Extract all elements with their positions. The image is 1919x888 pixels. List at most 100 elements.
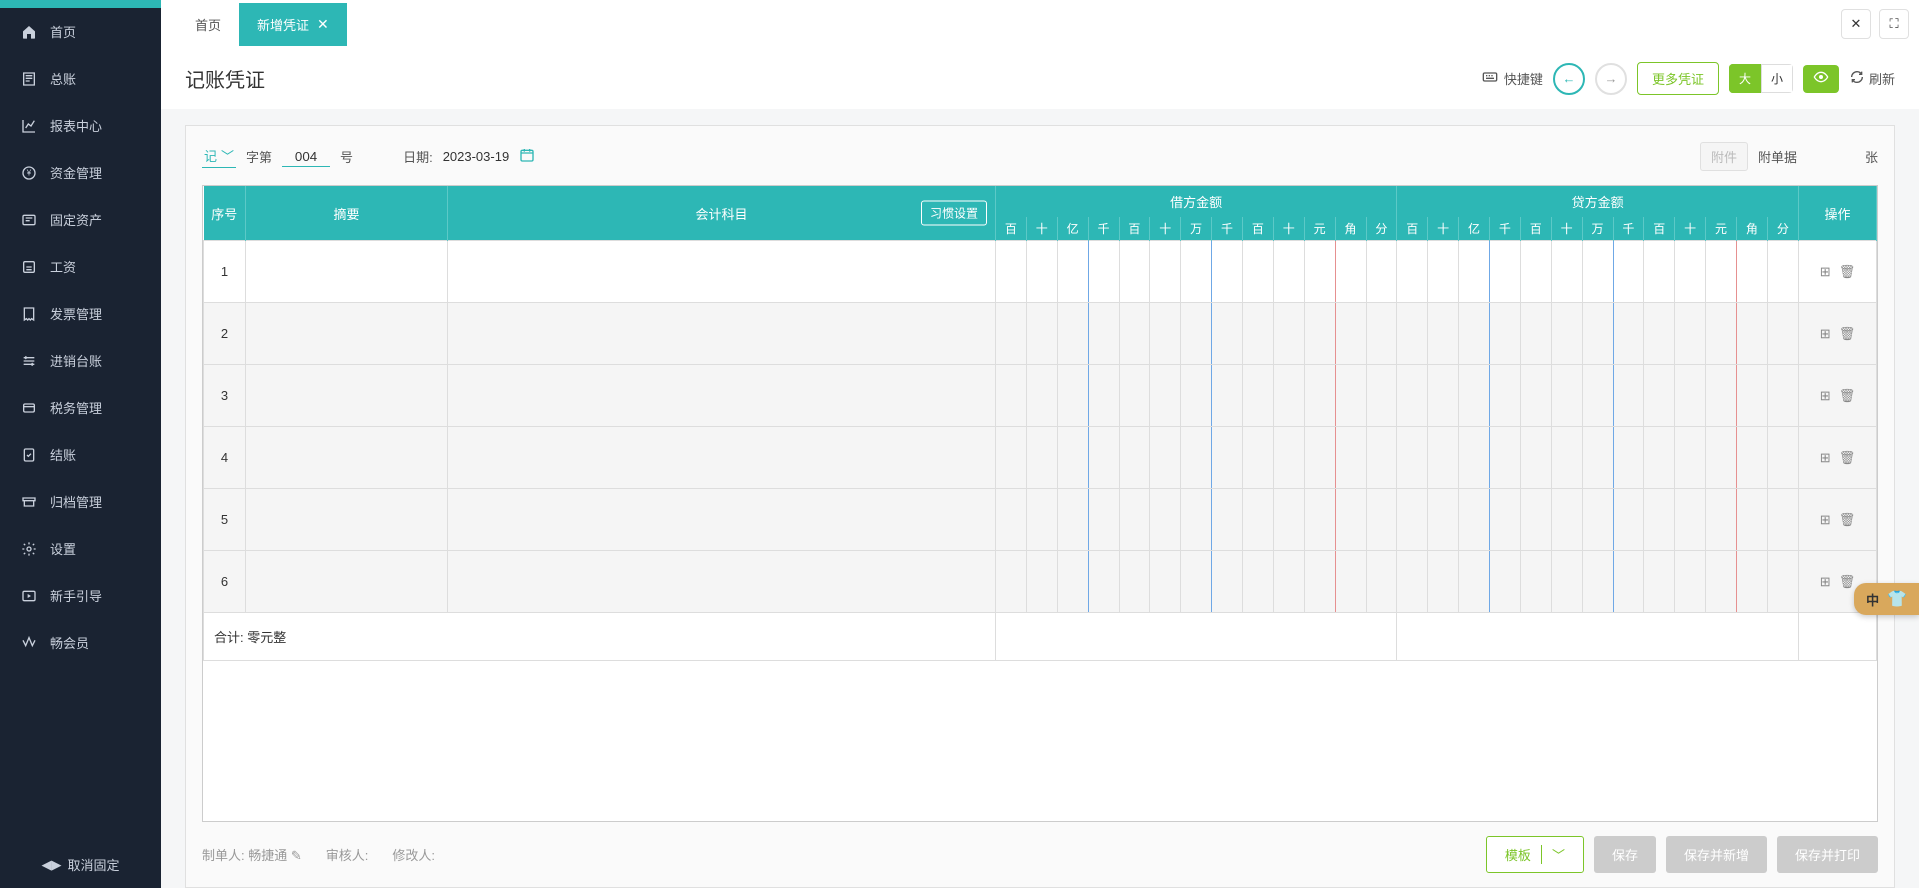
cell-debit-digit[interactable] — [1150, 489, 1181, 551]
sidebar-item-closing[interactable]: 结账 — [0, 431, 161, 478]
cell-credit-digit[interactable] — [1490, 365, 1521, 427]
cell-credit-digit[interactable] — [1675, 427, 1706, 489]
cell-debit-digit[interactable] — [1273, 551, 1304, 613]
cell-credit-digit[interactable] — [1767, 303, 1798, 365]
cell-debit-digit[interactable] — [1304, 489, 1335, 551]
cell-summary[interactable] — [246, 365, 448, 427]
voucher-type-select[interactable]: 记 ﹀ — [202, 146, 236, 168]
cell-credit-digit[interactable] — [1459, 489, 1490, 551]
sidebar-item-guide[interactable]: 新手引导 — [0, 572, 161, 619]
cell-credit-digit[interactable] — [1428, 489, 1459, 551]
cell-debit-digit[interactable] — [1366, 303, 1397, 365]
cell-debit-digit[interactable] — [1212, 303, 1243, 365]
cell-debit-digit[interactable] — [1150, 551, 1181, 613]
cell-debit-digit[interactable] — [996, 489, 1027, 551]
habit-settings-button[interactable]: 习惯设置 — [921, 201, 987, 226]
cell-credit-digit[interactable] — [1644, 241, 1675, 303]
voucher-table-wrap[interactable]: 序号 摘要 会计科目 习惯设置 借方金额 贷方金额 操作 百十亿千百十万千 — [202, 185, 1878, 822]
close-icon[interactable]: ✕ — [317, 16, 329, 33]
cell-credit-digit[interactable] — [1428, 241, 1459, 303]
cell-credit-digit[interactable] — [1490, 241, 1521, 303]
sidebar-item-salary[interactable]: 工资 — [0, 243, 161, 290]
cell-credit-digit[interactable] — [1767, 427, 1798, 489]
cell-credit-digit[interactable] — [1613, 551, 1644, 613]
cell-debit-digit[interactable] — [1119, 427, 1150, 489]
cell-credit-digit[interactable] — [1706, 241, 1737, 303]
cell-debit-digit[interactable] — [1119, 551, 1150, 613]
cell-credit-digit[interactable] — [1706, 427, 1737, 489]
cell-debit-digit[interactable] — [1366, 551, 1397, 613]
cell-account[interactable] — [448, 303, 996, 365]
shortcut-button[interactable]: 快捷键 — [1482, 69, 1543, 88]
delete-row-icon[interactable]: 🗑 — [1839, 574, 1856, 590]
cell-credit-digit[interactable] — [1490, 427, 1521, 489]
cell-debit-digit[interactable] — [1273, 241, 1304, 303]
cell-credit-digit[interactable] — [1582, 427, 1613, 489]
add-row-icon[interactable]: ⊞ — [1820, 574, 1831, 590]
cell-debit-digit[interactable] — [1212, 551, 1243, 613]
cell-debit-digit[interactable] — [1181, 303, 1212, 365]
cell-credit-digit[interactable] — [1520, 427, 1551, 489]
cell-credit-digit[interactable] — [1767, 551, 1798, 613]
cell-debit-digit[interactable] — [1181, 427, 1212, 489]
cell-debit-digit[interactable] — [996, 365, 1027, 427]
cell-debit-digit[interactable] — [1181, 489, 1212, 551]
cell-credit-digit[interactable] — [1767, 241, 1798, 303]
cell-debit-digit[interactable] — [1212, 427, 1243, 489]
cell-debit-digit[interactable] — [1335, 551, 1366, 613]
cell-credit-digit[interactable] — [1737, 365, 1768, 427]
cell-debit-digit[interactable] — [1057, 489, 1088, 551]
cell-debit-digit[interactable] — [1181, 551, 1212, 613]
cell-debit-digit[interactable] — [1304, 427, 1335, 489]
cell-credit-digit[interactable] — [1490, 551, 1521, 613]
save-button[interactable]: 保存 — [1594, 836, 1656, 873]
cell-debit-digit[interactable] — [996, 303, 1027, 365]
cell-credit-digit[interactable] — [1675, 303, 1706, 365]
cell-credit-digit[interactable] — [1490, 489, 1521, 551]
cell-debit-digit[interactable] — [1273, 489, 1304, 551]
cell-debit-digit[interactable] — [1026, 551, 1057, 613]
cell-credit-digit[interactable] — [1582, 489, 1613, 551]
cell-debit-digit[interactable] — [1335, 489, 1366, 551]
cell-credit-digit[interactable] — [1582, 551, 1613, 613]
sidebar-item-invoice[interactable]: 发票管理 — [0, 290, 161, 337]
cell-debit-digit[interactable] — [1026, 365, 1057, 427]
cell-credit-digit[interactable] — [1397, 489, 1428, 551]
cell-debit-digit[interactable] — [1026, 489, 1057, 551]
cell-credit-digit[interactable] — [1613, 427, 1644, 489]
delete-row-icon[interactable]: 🗑 — [1839, 512, 1856, 528]
sidebar-item-funds[interactable]: ¥ 资金管理 — [0, 149, 161, 196]
cell-credit-digit[interactable] — [1675, 365, 1706, 427]
cell-debit-digit[interactable] — [1026, 427, 1057, 489]
cell-credit-digit[interactable] — [1737, 241, 1768, 303]
cell-debit-digit[interactable] — [1335, 303, 1366, 365]
cell-debit-digit[interactable] — [1212, 241, 1243, 303]
cell-credit-digit[interactable] — [1644, 303, 1675, 365]
cell-credit-digit[interactable] — [1428, 365, 1459, 427]
cell-debit-digit[interactable] — [1243, 365, 1274, 427]
cell-credit-digit[interactable] — [1490, 303, 1521, 365]
cell-credit-digit[interactable] — [1397, 551, 1428, 613]
cell-debit-digit[interactable] — [1366, 427, 1397, 489]
sidebar-item-inventory[interactable]: 进销台账 — [0, 337, 161, 384]
cell-account[interactable] — [448, 489, 996, 551]
cell-credit-digit[interactable] — [1737, 489, 1768, 551]
cell-debit-digit[interactable] — [1212, 365, 1243, 427]
cell-credit-digit[interactable] — [1582, 241, 1613, 303]
ime-badge[interactable]: 中 👕 — [1854, 583, 1919, 615]
cell-debit-digit[interactable] — [1150, 365, 1181, 427]
cell-debit-digit[interactable] — [1273, 427, 1304, 489]
delete-row-icon[interactable]: 🗑 — [1839, 326, 1856, 342]
cell-debit-digit[interactable] — [1026, 303, 1057, 365]
cell-debit-digit[interactable] — [1119, 241, 1150, 303]
cell-credit-digit[interactable] — [1397, 427, 1428, 489]
cell-debit-digit[interactable] — [1057, 303, 1088, 365]
cell-debit-digit[interactable] — [1243, 241, 1274, 303]
cell-debit-digit[interactable] — [1243, 303, 1274, 365]
sidebar-item-assets[interactable]: 固定资产 — [0, 196, 161, 243]
cell-debit-digit[interactable] — [1119, 489, 1150, 551]
cell-debit-digit[interactable] — [1243, 551, 1274, 613]
cell-debit-digit[interactable] — [1119, 365, 1150, 427]
cell-debit-digit[interactable] — [1150, 303, 1181, 365]
refresh-button[interactable]: 刷新 — [1849, 69, 1895, 88]
